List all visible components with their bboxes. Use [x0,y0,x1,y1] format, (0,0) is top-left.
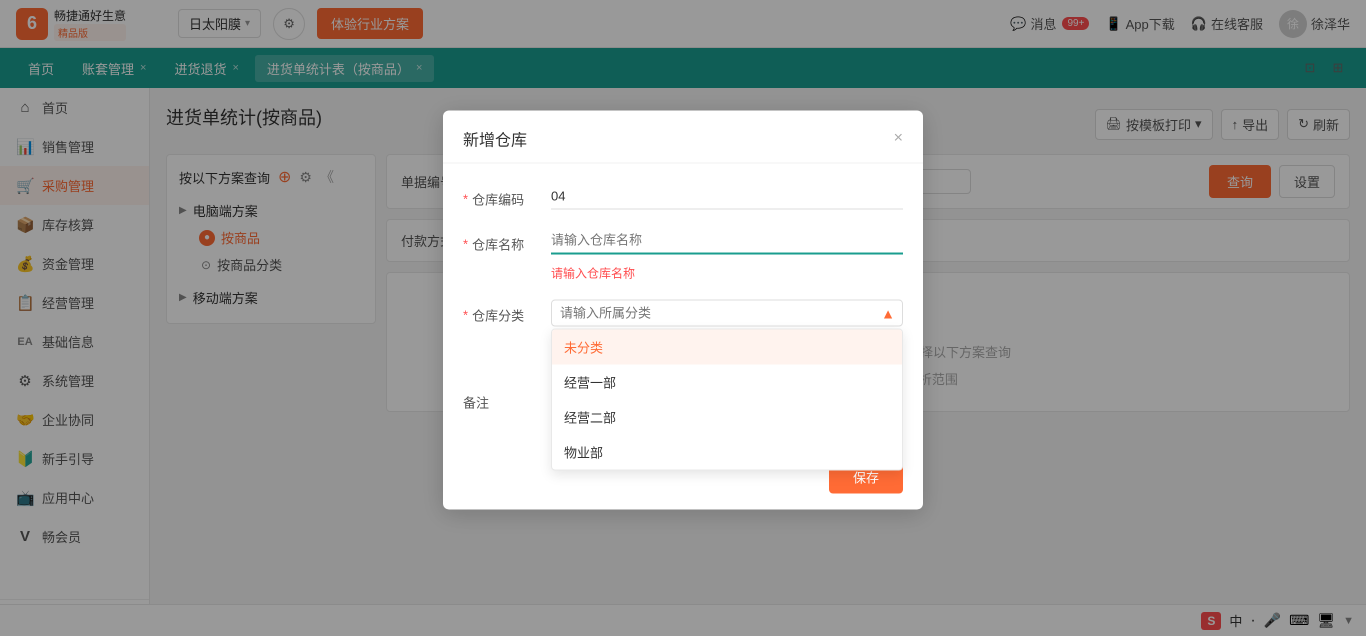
modal-header: 新增仓库 × [443,111,923,164]
category-dropdown: 未分类 经营一部 经营二部 物业部 [551,329,903,471]
warehouse-code-input[interactable] [551,184,903,210]
form-row-name: * 仓库名称 请输入仓库名称 [463,228,903,282]
warehouse-name-input[interactable] [551,228,903,255]
dropdown-item-2[interactable]: 经营二部 [552,400,902,435]
form-row-category: * 仓库分类 ▲ 未分类 经营一部 经营二部 物业部 [463,300,903,327]
modal-title: 新增仓库 [463,127,527,151]
dropdown-item-1[interactable]: 经营一部 [552,365,902,400]
category-input[interactable] [551,300,903,327]
form-label-category: * 仓库分类 [463,300,543,325]
modal-close-button[interactable]: × [894,130,903,148]
form-label-name: * 仓库名称 [463,229,543,254]
add-warehouse-modal: 新增仓库 × * 仓库编码 * 仓库名称 请输入仓库名称 [443,111,923,510]
category-select-wrap: ▲ 未分类 经营一部 经营二部 物业部 [551,300,903,327]
category-chevron-icon[interactable]: ▲ [881,305,895,321]
form-label-code: * 仓库编码 [463,184,543,209]
dropdown-item-0[interactable]: 未分类 [552,330,902,365]
modal-body: * 仓库编码 * 仓库名称 请输入仓库名称 * [443,164,923,451]
form-row-code: * 仓库编码 [463,184,903,210]
name-field-wrap [551,228,903,255]
dropdown-item-3[interactable]: 物业部 [552,435,902,470]
form-label-remark: 备注 [463,387,543,412]
name-error-message: 请输入仓库名称 [551,265,635,282]
